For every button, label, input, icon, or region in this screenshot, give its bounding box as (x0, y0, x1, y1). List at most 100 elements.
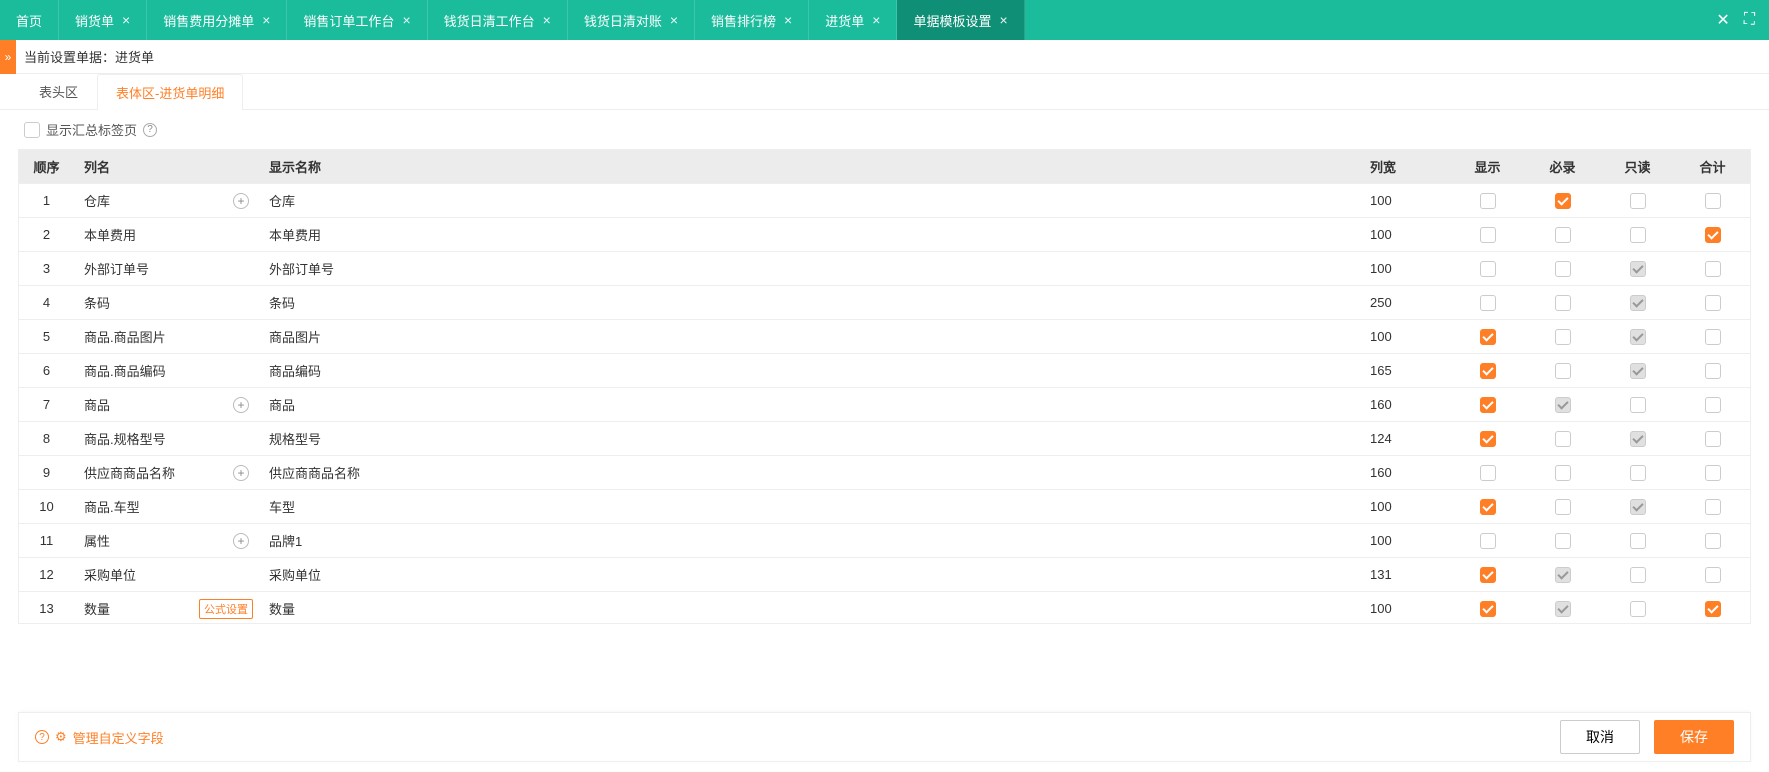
plus-icon[interactable]: + (233, 193, 249, 209)
manage-custom-fields-link[interactable]: 管理自定义字段 (73, 728, 164, 747)
checkbox[interactable] (1555, 499, 1571, 515)
checkbox[interactable] (1555, 431, 1571, 447)
checkbox[interactable] (1555, 363, 1571, 379)
checkbox[interactable] (1705, 295, 1721, 311)
checkbox[interactable] (1705, 363, 1721, 379)
checkbox[interactable] (1705, 567, 1721, 583)
checkbox[interactable] (1555, 295, 1571, 311)
plus-icon[interactable]: + (233, 397, 249, 413)
checkbox[interactable] (1705, 465, 1721, 481)
display-cell[interactable]: 车型 (259, 490, 1360, 524)
top-tab[interactable]: 销售排行榜× (695, 0, 809, 40)
cancel-button[interactable]: 取消 (1560, 720, 1640, 754)
checkbox[interactable] (1480, 227, 1496, 243)
top-tab[interactable]: 销货单× (59, 0, 147, 40)
width-cell[interactable]: 124 (1360, 422, 1450, 456)
table-row[interactable]: 13数量公式设置数量100 (19, 592, 1750, 625)
checkbox[interactable] (1705, 431, 1721, 447)
checkbox[interactable] (1555, 227, 1571, 243)
checkbox[interactable] (1480, 601, 1496, 617)
table-row[interactable]: 10商品.车型车型100 (19, 490, 1750, 524)
show-summary-checkbox[interactable] (24, 122, 40, 138)
checkbox[interactable] (1705, 193, 1721, 209)
checkbox[interactable] (1555, 261, 1571, 277)
checkbox[interactable] (1705, 533, 1721, 549)
table-scroll[interactable]: 顺序 列名 显示名称 列宽 显示 必录 只读 合计 1仓库+仓库1002本单费用… (18, 149, 1751, 624)
close-all-icon[interactable]: ✕ (1716, 10, 1729, 30)
plus-icon[interactable]: + (233, 465, 249, 481)
display-cell[interactable]: 数量 (259, 592, 1360, 625)
close-icon[interactable]: × (402, 12, 410, 28)
checkbox[interactable] (1480, 397, 1496, 413)
display-cell[interactable]: 品牌1 (259, 524, 1360, 558)
table-row[interactable]: 4条码条码250 (19, 286, 1750, 320)
table-row[interactable]: 11属性+品牌1100 (19, 524, 1750, 558)
checkbox[interactable] (1480, 363, 1496, 379)
display-cell[interactable]: 规格型号 (259, 422, 1360, 456)
width-cell[interactable]: 250 (1360, 286, 1450, 320)
display-cell[interactable]: 仓库 (259, 184, 1360, 218)
width-cell[interactable]: 100 (1360, 184, 1450, 218)
table-row[interactable]: 1仓库+仓库100 (19, 184, 1750, 218)
checkbox[interactable] (1480, 261, 1496, 277)
checkbox[interactable] (1705, 227, 1721, 243)
help-icon[interactable]: ? (143, 123, 157, 137)
checkbox[interactable] (1480, 465, 1496, 481)
table-row[interactable]: 2本单费用本单费用100 (19, 218, 1750, 252)
checkbox[interactable] (1480, 533, 1496, 549)
checkbox[interactable] (1480, 499, 1496, 515)
table-row[interactable]: 3外部订单号外部订单号100 (19, 252, 1750, 286)
top-tab[interactable]: 进货单× (809, 0, 897, 40)
top-tab[interactable]: 销售费用分摊单× (147, 0, 287, 40)
width-cell[interactable]: 100 (1360, 490, 1450, 524)
plus-icon[interactable]: + (233, 533, 249, 549)
close-icon[interactable]: × (122, 12, 130, 28)
checkbox[interactable] (1480, 431, 1496, 447)
close-icon[interactable]: × (670, 12, 678, 28)
checkbox[interactable] (1705, 601, 1721, 617)
display-cell[interactable]: 本单费用 (259, 218, 1360, 252)
close-icon[interactable]: × (999, 12, 1007, 28)
table-row[interactable]: 12采购单位采购单位131 (19, 558, 1750, 592)
formula-button[interactable]: 公式设置 (199, 599, 253, 619)
width-cell[interactable]: 100 (1360, 524, 1450, 558)
width-cell[interactable]: 100 (1360, 218, 1450, 252)
top-tab[interactable]: 首页 (0, 0, 59, 40)
checkbox[interactable] (1555, 465, 1571, 481)
table-row[interactable]: 9供应商商品名称+供应商商品名称160 (19, 456, 1750, 490)
width-cell[interactable]: 100 (1360, 592, 1450, 625)
checkbox[interactable] (1555, 329, 1571, 345)
checkbox[interactable] (1705, 261, 1721, 277)
table-row[interactable]: 7商品+商品160 (19, 388, 1750, 422)
width-cell[interactable]: 165 (1360, 354, 1450, 388)
top-tab[interactable]: 钱货日清对账× (568, 0, 695, 40)
checkbox[interactable] (1480, 567, 1496, 583)
display-cell[interactable]: 条码 (259, 286, 1360, 320)
checkbox[interactable] (1630, 397, 1646, 413)
checkbox[interactable] (1705, 329, 1721, 345)
checkbox[interactable] (1630, 533, 1646, 549)
checkbox[interactable] (1630, 227, 1646, 243)
width-cell[interactable]: 100 (1360, 320, 1450, 354)
close-icon[interactable]: × (543, 12, 551, 28)
width-cell[interactable]: 131 (1360, 558, 1450, 592)
width-cell[interactable]: 100 (1360, 252, 1450, 286)
checkbox[interactable] (1630, 465, 1646, 481)
sub-tab[interactable]: 表体区-进货单明细 (97, 74, 243, 110)
close-icon[interactable]: × (872, 12, 880, 28)
checkbox[interactable] (1555, 533, 1571, 549)
sub-tab[interactable]: 表头区 (20, 73, 97, 109)
checkbox[interactable] (1705, 499, 1721, 515)
width-cell[interactable]: 160 (1360, 388, 1450, 422)
display-cell[interactable]: 商品图片 (259, 320, 1360, 354)
table-row[interactable]: 6商品.商品编码商品编码165 (19, 354, 1750, 388)
display-cell[interactable]: 商品编码 (259, 354, 1360, 388)
checkbox[interactable] (1630, 601, 1646, 617)
fullscreen-icon[interactable]: ⛶ (1744, 11, 1755, 29)
checkbox[interactable] (1630, 567, 1646, 583)
width-cell[interactable]: 160 (1360, 456, 1450, 490)
close-icon[interactable]: × (262, 12, 270, 28)
display-cell[interactable]: 商品 (259, 388, 1360, 422)
checkbox[interactable] (1555, 193, 1571, 209)
display-cell[interactable]: 采购单位 (259, 558, 1360, 592)
